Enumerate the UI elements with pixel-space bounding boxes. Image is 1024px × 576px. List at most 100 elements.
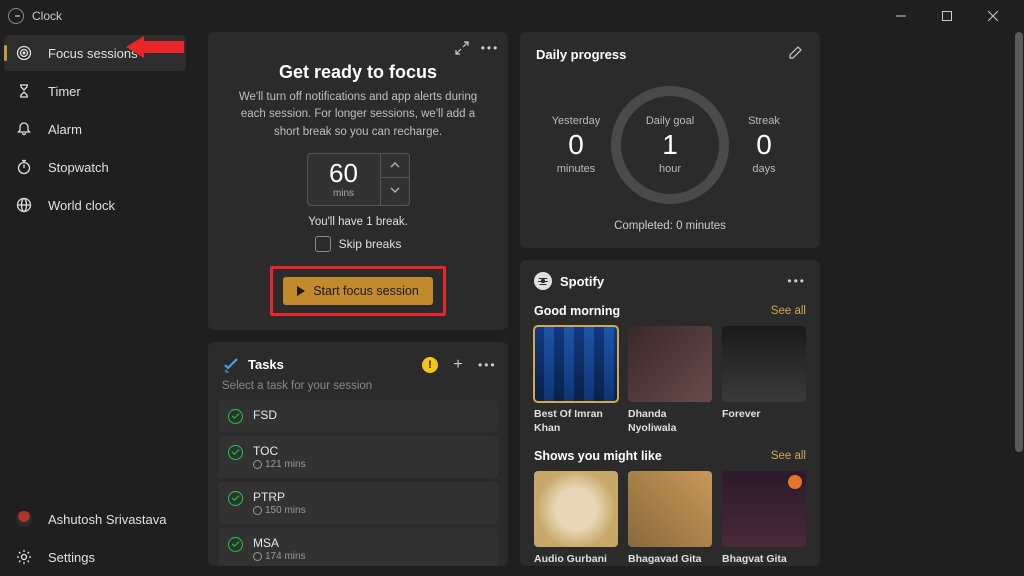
- add-task-button[interactable]: +: [450, 356, 466, 374]
- see-all-link[interactable]: See all: [771, 305, 806, 317]
- duration-increase[interactable]: [381, 154, 409, 178]
- playlist-label: Forever: [722, 408, 806, 422]
- stat-label: Daily goal: [646, 115, 694, 127]
- hourglass-icon: [16, 83, 32, 99]
- maximize-button[interactable]: [924, 0, 970, 32]
- play-icon: [297, 286, 305, 296]
- duration-picker: 60 mins: [307, 153, 410, 206]
- duration-unit: mins: [333, 188, 354, 199]
- stat-yesterday: Yesterday 0 minutes: [542, 115, 610, 175]
- spotify-title: Spotify: [560, 274, 604, 289]
- clock-icon: [253, 460, 262, 469]
- sidebar-item-alarm[interactable]: Alarm: [4, 111, 186, 147]
- sidebar-item-timer[interactable]: Timer: [4, 73, 186, 109]
- tasks-subtitle: Select a task for your session: [218, 380, 498, 400]
- scrollbar-thumb[interactable]: [1015, 32, 1023, 452]
- stat-unit: hour: [659, 163, 681, 175]
- sidebar-item-focus-sessions[interactable]: Focus sessions: [4, 35, 186, 71]
- duration-decrease[interactable]: [381, 178, 409, 202]
- spotify-card: Spotify ••• Good morning See all Best Of…: [520, 260, 820, 566]
- task-name: MSA: [253, 536, 306, 550]
- warning-badge[interactable]: !: [422, 357, 438, 373]
- section-title: Shows you might like: [534, 449, 662, 463]
- show-label: Bhagvat Gita quo...: [722, 553, 806, 566]
- stat-value: 0: [542, 129, 610, 161]
- focus-card: ••• Get ready to focus We'll turn off no…: [208, 32, 508, 330]
- tasks-more-icon[interactable]: •••: [478, 358, 494, 372]
- compact-icon[interactable]: [454, 40, 470, 56]
- progress-card: Daily progress Yesterday 0 minutes Daily…: [520, 32, 820, 248]
- stat-value: 1: [662, 129, 678, 161]
- break-note: You'll have 1 break.: [224, 216, 492, 228]
- task-meta: 174 mins: [265, 551, 306, 562]
- task-checkbox[interactable]: [228, 537, 243, 552]
- spotify-more-icon[interactable]: •••: [787, 274, 806, 288]
- progress-title: Daily progress: [536, 47, 626, 62]
- stopwatch-icon: [16, 159, 32, 175]
- task-checkbox[interactable]: [228, 409, 243, 424]
- sidebar-item-label: Stopwatch: [48, 160, 109, 175]
- sidebar-item-label: Settings: [48, 550, 95, 565]
- focus-title: Get ready to focus: [224, 62, 492, 83]
- scrollbar[interactable]: [1014, 32, 1024, 576]
- show-tile[interactable]: Bhagavad Gita (E... In-depth discussion …: [628, 471, 712, 566]
- stat-unit: days: [730, 163, 798, 175]
- playlist-art: [628, 326, 712, 402]
- progress-completed: Completed: 0 minutes: [536, 220, 804, 232]
- sidebar-item-label: World clock: [48, 198, 115, 213]
- minimize-button[interactable]: [878, 0, 924, 32]
- show-label: Bhagavad Gita (E...: [628, 553, 712, 566]
- task-item[interactable]: FSD: [218, 400, 498, 432]
- task-name: TOC: [253, 444, 306, 458]
- playlist-label: Dhanda Nyoliwala: [628, 408, 712, 435]
- playlist-label: Best Of Imran Khan: [534, 408, 618, 435]
- stat-value: 0: [730, 129, 798, 161]
- playlist-art: [722, 326, 806, 402]
- task-item[interactable]: MSA 174 mins: [218, 528, 498, 566]
- task-item[interactable]: PTRP 150 mins: [218, 482, 498, 524]
- focus-description: We'll turn off notifications and app ale…: [224, 89, 492, 141]
- sidebar-item-settings[interactable]: Settings: [4, 539, 186, 575]
- playlist-tile[interactable]: Dhanda Nyoliwala: [628, 326, 712, 435]
- avatar: [16, 511, 32, 527]
- stat-label: Yesterday: [542, 115, 610, 127]
- annotation-highlight: Start focus session: [270, 266, 446, 316]
- sidebar-item-label: Alarm: [48, 122, 82, 137]
- task-name: PTRP: [253, 490, 306, 504]
- task-checkbox[interactable]: [228, 491, 243, 506]
- task-checkbox[interactable]: [228, 445, 243, 460]
- gear-icon: [16, 549, 32, 565]
- task-name: FSD: [253, 408, 277, 422]
- sidebar-item-label: Focus sessions: [48, 46, 138, 61]
- start-focus-button[interactable]: Start focus session: [283, 277, 433, 305]
- user-name: Ashutosh Srivastava: [48, 512, 167, 527]
- bell-icon: [16, 121, 32, 137]
- section-title: Good morning: [534, 304, 620, 318]
- target-icon: [16, 45, 32, 61]
- playlist-tile[interactable]: Forever: [722, 326, 806, 435]
- progress-ring: Daily goal 1 hour: [611, 86, 729, 204]
- playlist-tile[interactable]: Best Of Imran Khan: [534, 326, 618, 435]
- app-title: Clock: [32, 9, 62, 23]
- clock-icon: [253, 506, 262, 515]
- stat-unit: minutes: [542, 163, 610, 175]
- sidebar-item-stopwatch[interactable]: Stopwatch: [4, 149, 186, 185]
- close-button[interactable]: [970, 0, 1016, 32]
- sidebar-user[interactable]: Ashutosh Srivastava: [4, 501, 186, 537]
- skip-breaks-checkbox[interactable]: [315, 236, 331, 252]
- skip-breaks-label: Skip breaks: [339, 237, 402, 251]
- edit-icon[interactable]: [788, 46, 804, 62]
- task-item[interactable]: TOC 121 mins: [218, 436, 498, 478]
- see-all-link[interactable]: See all: [771, 450, 806, 462]
- tasks-card: Tasks ! + ••• Select a task for your ses…: [208, 342, 508, 566]
- show-tile[interactable]: Bhagvat Gita quo... My new podcast is fi…: [722, 471, 806, 566]
- task-meta: 121 mins: [265, 459, 306, 470]
- show-art: [534, 471, 618, 547]
- show-label: Audio Gurbani: [534, 553, 618, 566]
- todo-icon: [222, 356, 240, 374]
- more-icon[interactable]: •••: [482, 40, 498, 56]
- sidebar-item-world-clock[interactable]: World clock: [4, 187, 186, 223]
- tasks-title: Tasks: [248, 357, 284, 372]
- show-tile[interactable]: Audio Gurbani Become a Paid Subscriber: …: [534, 471, 618, 566]
- stat-streak: Streak 0 days: [730, 115, 798, 175]
